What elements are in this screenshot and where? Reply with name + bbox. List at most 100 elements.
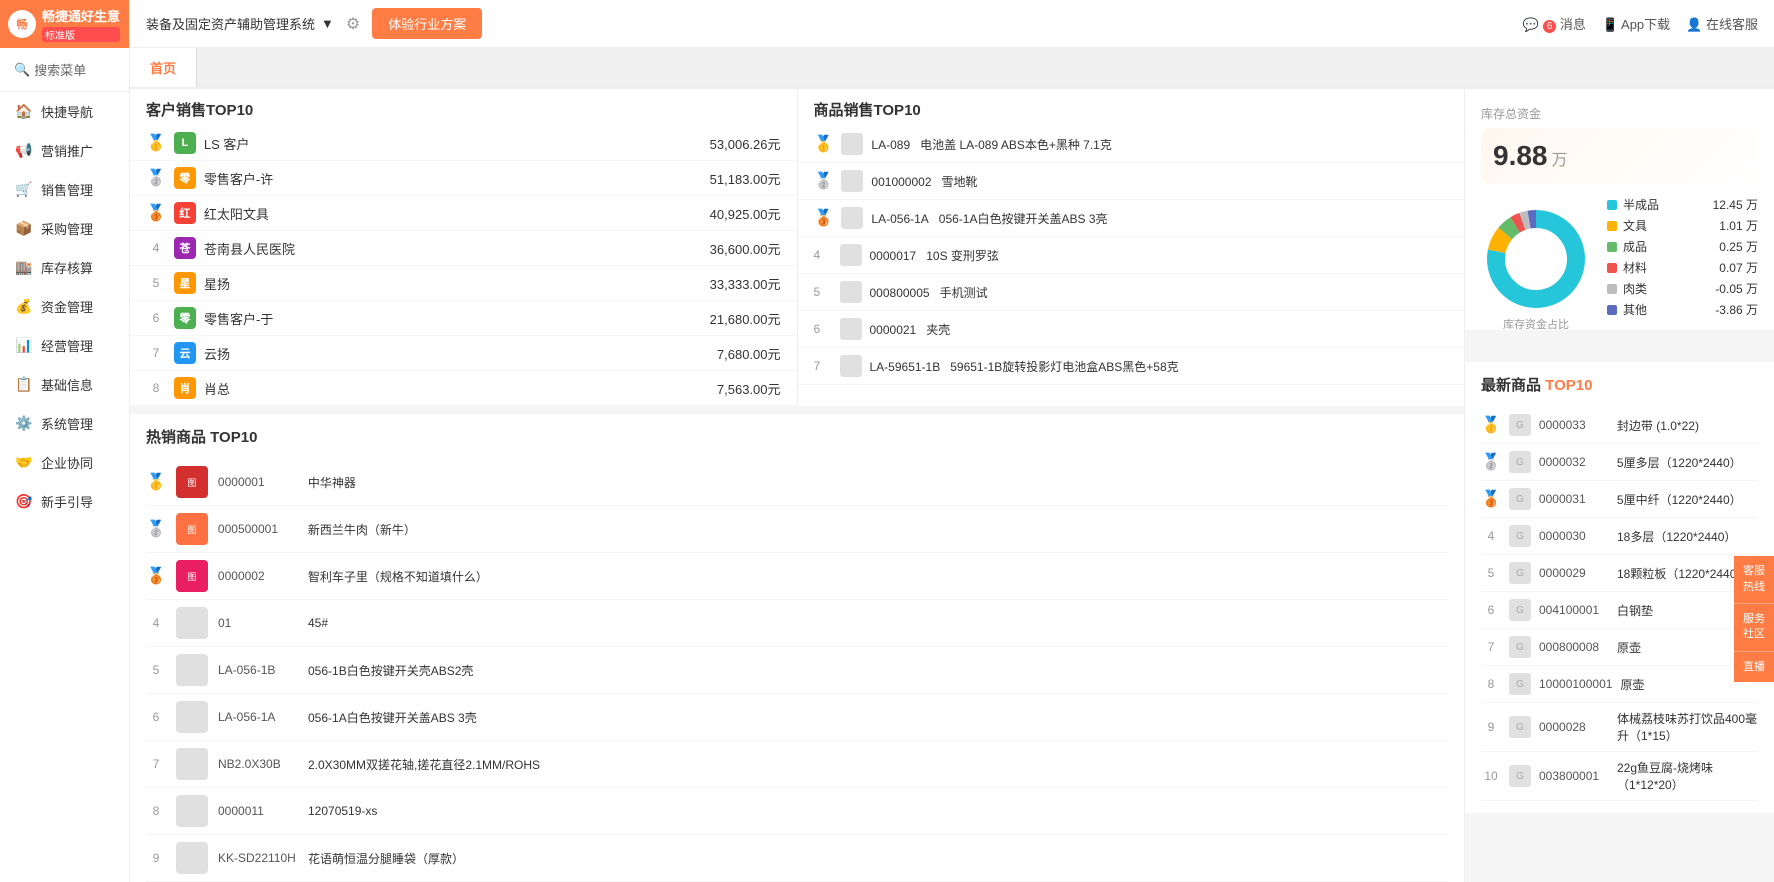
legend-name-other: 其他 xyxy=(1623,301,1709,318)
cust-name-6: 零售客户-于 xyxy=(204,309,702,328)
ps-info-7: LA-59651-1B 59651-1B旋转投影灯电池盒ABS黑色+58克 xyxy=(870,358,1449,375)
top-rankings-row: 客户销售TOP10 🥇 L LS 客户 53,006.26元 🥈 零 xyxy=(130,89,1464,406)
hp-code-5: LA-056-1B xyxy=(218,663,298,677)
np-rank-5: 5 xyxy=(1481,566,1501,580)
ps-img-3 xyxy=(841,207,863,229)
col-right: 库存总资金 9.88 万 xyxy=(1464,89,1774,882)
cust-name-5: 星扬 xyxy=(204,274,702,293)
customer-rank-1: 🥇 L LS 客户 53,006.26元 xyxy=(130,126,797,161)
badge-6: 零 xyxy=(174,307,196,329)
np-medal-2: 🥈 xyxy=(1481,452,1501,472)
product-sales-title: 商品销售TOP10 xyxy=(814,99,921,120)
hp-img-4 xyxy=(176,607,208,639)
ps-info-6: 0000021 夹壳 xyxy=(870,321,1449,338)
sidebar-logo: 畅 畅捷通好生意 标准版 xyxy=(0,0,129,48)
cust-amount-6: 21,680.00元 xyxy=(710,309,781,328)
legend-material: 材料 0.07 万 xyxy=(1607,259,1758,276)
guide-icon: 🎯 xyxy=(15,493,33,510)
message-label: 消息 xyxy=(1560,17,1586,32)
sidebar-item-guide[interactable]: 🎯 新手引导 xyxy=(0,482,129,521)
hp-code-1: 0000001 xyxy=(218,475,298,489)
hp-img-7 xyxy=(176,748,208,780)
nav-label-enterprise: 企业协同 xyxy=(41,453,93,472)
hp-img-1: 图 xyxy=(176,466,208,498)
sidebar-item-sales[interactable]: 🛒 销售管理 xyxy=(0,170,129,209)
medal-3: 🥉 xyxy=(146,203,166,223)
nav-label-purchase: 采购管理 xyxy=(41,219,93,238)
hp-img-5 xyxy=(176,654,208,686)
float-live[interactable]: 直播 xyxy=(1734,651,1774,682)
ps-medal-2: 🥈 xyxy=(814,171,834,191)
new-products-title: 最新商品 TOP10 xyxy=(1481,374,1758,395)
app-download-btn[interactable]: 📱 App下载 xyxy=(1602,14,1670,33)
sidebar-item-finance[interactable]: 💰 资金管理 xyxy=(0,287,129,326)
hp-img-3: 图 xyxy=(176,560,208,592)
hp-name-2: 新西兰牛肉（新牛） xyxy=(308,521,1448,538)
customer-rank-6: 6 零 零售客户-于 21,680.00元 xyxy=(130,301,797,336)
np-item-4: 4 G 0000030 18多层（1220*2440） xyxy=(1481,518,1758,555)
cust-amount-1: 53,006.26元 xyxy=(710,134,781,153)
tab-home[interactable]: 首页 xyxy=(130,48,197,87)
ps-item-5: 5 000800005 手机测试 xyxy=(798,274,1465,311)
sidebar-item-enterprise[interactable]: 🤝 企业协同 xyxy=(0,443,129,482)
np-code-6: 004100001 xyxy=(1539,603,1609,617)
sidebar-item-inventory[interactable]: 🏬 库存核算 xyxy=(0,248,129,287)
message-btn[interactable]: 💬 6 消息 xyxy=(1523,14,1586,33)
page-tabs: 首页 xyxy=(130,48,1774,89)
cust-amount-4: 36,600.00元 xyxy=(710,239,781,258)
hp-name-4: 45# xyxy=(308,616,1448,630)
float-service-community[interactable]: 服务 社区 xyxy=(1734,603,1774,651)
legend-dot-material xyxy=(1607,263,1617,273)
ps-rank-4: 4 xyxy=(814,248,832,262)
np-img-9: G xyxy=(1509,716,1531,738)
search-menu-button[interactable]: 🔍 搜索菜单 xyxy=(8,56,121,83)
float-customer-service[interactable]: 客服 热线 xyxy=(1734,556,1774,603)
legend-other: 其他 -3.86 万 xyxy=(1607,301,1758,318)
rank-num-8: 8 xyxy=(146,381,166,395)
cust-name-8: 肖总 xyxy=(204,379,709,398)
ps-info-4: 0000017 10S 变刑罗弦 xyxy=(870,247,1449,264)
trial-button[interactable]: 体验行业方案 xyxy=(372,8,482,39)
sidebar-item-quick-nav[interactable]: 🏠 快捷导航 xyxy=(0,92,129,131)
legend-val-stationery: 1.01 万 xyxy=(1719,217,1758,234)
np-img-10: G xyxy=(1509,765,1531,787)
sidebar-item-system[interactable]: ⚙️ 系统管理 xyxy=(0,404,129,443)
ps-rank-6: 6 xyxy=(814,322,832,336)
sidebar-item-operations[interactable]: 📊 经营管理 xyxy=(0,326,129,365)
np-img-7: G xyxy=(1509,636,1531,658)
online-service-btn[interactable]: 👤 在线客服 xyxy=(1686,14,1758,33)
np-code-7: 000800008 xyxy=(1539,640,1609,654)
legend-val-semifinished: 12.45 万 xyxy=(1713,196,1758,213)
operations-icon: 📊 xyxy=(15,337,33,354)
nav-label-guide: 新手引导 xyxy=(41,492,93,511)
legend-dot-other xyxy=(1607,305,1617,315)
app-download-label: App下载 xyxy=(1621,17,1670,32)
sidebar-item-marketing[interactable]: 📢 营销推广 xyxy=(0,131,129,170)
np-item-5: 5 G 0000029 18颗粒板（1220*2440） xyxy=(1481,555,1758,592)
legend-val-meat: -0.05 万 xyxy=(1715,280,1758,297)
cust-amount-7: 7,680.00元 xyxy=(717,344,781,363)
system-icon: ⚙️ xyxy=(15,415,33,432)
nav-label-marketing: 营销推广 xyxy=(41,141,93,160)
nav-label-base-info: 基础信息 xyxy=(41,375,93,394)
cust-name-4: 苍南县人民医院 xyxy=(204,239,702,258)
search-label: 搜索菜单 xyxy=(34,60,86,79)
hp-name-5: 056-1B白色按键开关壳ABS2壳 xyxy=(308,662,1448,679)
sidebar-item-purchase[interactable]: 📦 采购管理 xyxy=(0,209,129,248)
ps-img-6 xyxy=(840,318,862,340)
nav-label-inventory: 库存核算 xyxy=(41,258,93,277)
hp-rank-7: 7 xyxy=(146,757,166,771)
cust-amount-5: 33,333.00元 xyxy=(710,274,781,293)
inventory-card: 9.88 万 xyxy=(1481,128,1758,184)
hp-rank-6: 6 xyxy=(146,710,166,724)
enterprise-icon: 🤝 xyxy=(15,454,33,471)
badge-4: 苍 xyxy=(174,237,196,259)
sidebar-item-base-info[interactable]: 📋 基础信息 xyxy=(0,365,129,404)
system-selector[interactable]: 装备及固定资产辅助管理系统 ▼ xyxy=(146,14,334,33)
np-name-2: 5厘多层（1220*2440） xyxy=(1617,454,1758,471)
ps-info-2: 001000002 雪地靴 xyxy=(871,173,1448,190)
settings-icon[interactable]: ⚙ xyxy=(346,14,360,34)
message-icon: 💬 xyxy=(1523,17,1539,32)
customer-rank-5: 5 星 星扬 33,333.00元 xyxy=(130,266,797,301)
np-rank-7: 7 xyxy=(1481,640,1501,654)
